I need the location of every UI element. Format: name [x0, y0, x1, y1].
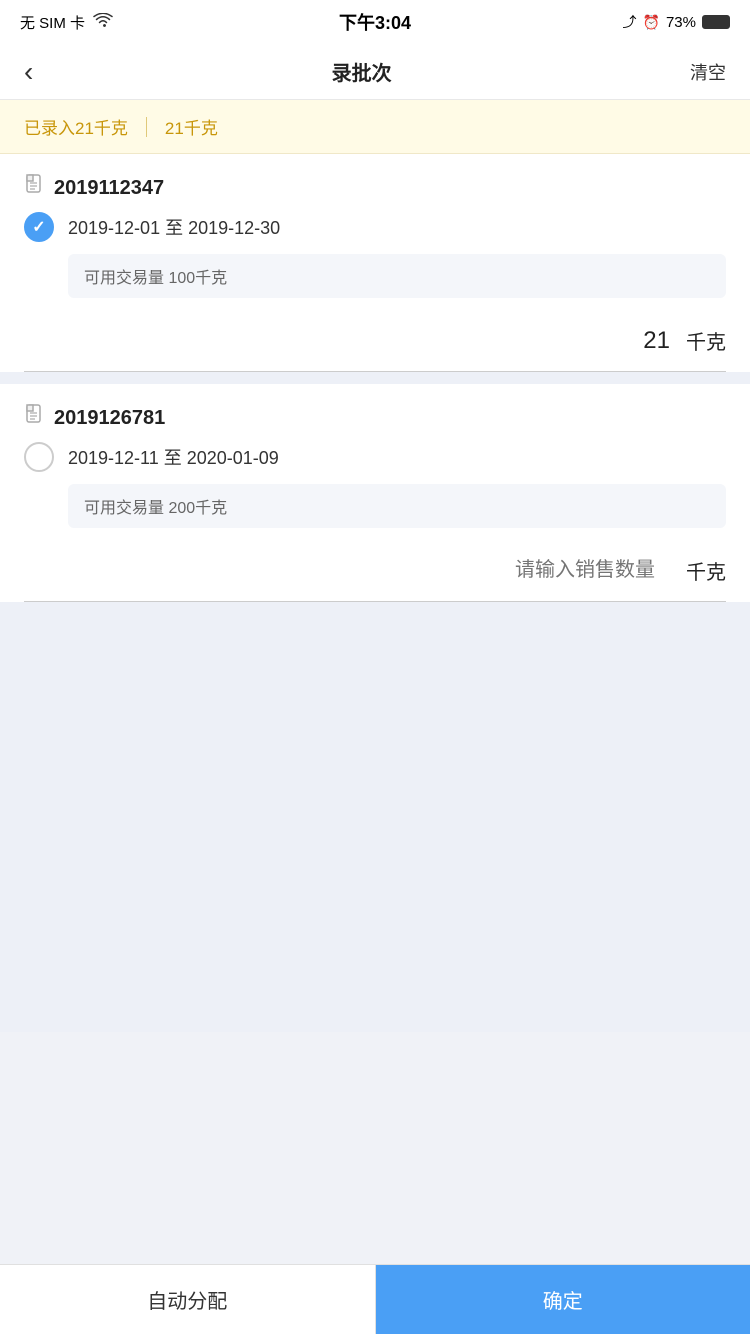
nav-bar: ‹ 录批次 清空 [0, 44, 750, 100]
batch-1-date-row: 2019-12-01 至 2019-12-30 [24, 212, 726, 242]
batch-2-date: 2019-12-11 至 2020-01-09 [68, 444, 279, 470]
wifi-icon [93, 13, 113, 32]
page-title: 录批次 [332, 57, 392, 86]
batch-1-header: 2019112347 [24, 174, 726, 202]
auto-distribute-button[interactable]: 自动分配 [0, 1265, 376, 1334]
batch-2-header: 2019126781 [24, 404, 726, 432]
battery-percent: 73% [666, 14, 696, 31]
batch-2-date-row: 2019-12-11 至 2020-01-09 [24, 442, 726, 472]
batch-1-icon [24, 174, 46, 202]
info-banner: 已录入21千克 21千克 [0, 100, 750, 154]
card-divider [0, 372, 750, 384]
status-right: ⤴ ⏰ 73% [623, 12, 730, 32]
sim-label: 无 SIM 卡 [20, 12, 85, 33]
batch-1-radio[interactable] [24, 212, 54, 242]
total-label: 21千克 [165, 114, 218, 139]
location-icon: ⤴ [623, 12, 637, 32]
batch-1-id: 2019112347 [54, 177, 164, 200]
batch-1-qty-value[interactable]: 21 [643, 327, 670, 355]
status-time: 下午3:04 [339, 9, 411, 35]
confirm-button[interactable]: 确定 [376, 1265, 750, 1334]
batch-2-radio[interactable] [24, 442, 54, 472]
batch-1-available-text: 可用交易量 100千克 [84, 270, 227, 287]
recorded-label: 已录入21千克 [24, 114, 128, 139]
batch-2-id: 2019126781 [54, 407, 165, 430]
alarm-icon: ⏰ [643, 14, 660, 31]
batch-2-qty-input[interactable] [24, 559, 670, 582]
batch-2-qty-unit: 千克 [686, 556, 726, 585]
status-bar: 无 SIM 卡 下午3:04 ⤴ ⏰ 73% [0, 0, 750, 44]
batch-2-available-text: 可用交易量 200千克 [84, 500, 227, 517]
bottom-bar: 自动分配 确定 [0, 1264, 750, 1334]
batch-1-card: 2019112347 2019-12-01 至 2019-12-30 可用交易量… [0, 154, 750, 372]
battery-icon [702, 15, 730, 29]
status-left: 无 SIM 卡 [20, 12, 113, 33]
info-separator [146, 117, 147, 137]
batch-2-qty-row[interactable]: 千克 [24, 544, 726, 602]
back-button[interactable]: ‹ [24, 58, 33, 86]
batch-1-available: 可用交易量 100千克 [68, 254, 726, 298]
batch-2-icon [24, 404, 46, 432]
batch-1-qty-row: 21 千克 [24, 314, 726, 372]
batch-2-card: 2019126781 2019-12-11 至 2020-01-09 可用交易量… [0, 384, 750, 602]
batch-1-date: 2019-12-01 至 2019-12-30 [68, 214, 280, 240]
batch-1-qty-unit: 千克 [686, 326, 726, 355]
empty-area [0, 602, 750, 1032]
batch-2-available: 可用交易量 200千克 [68, 484, 726, 528]
clear-button[interactable]: 清空 [690, 59, 726, 85]
